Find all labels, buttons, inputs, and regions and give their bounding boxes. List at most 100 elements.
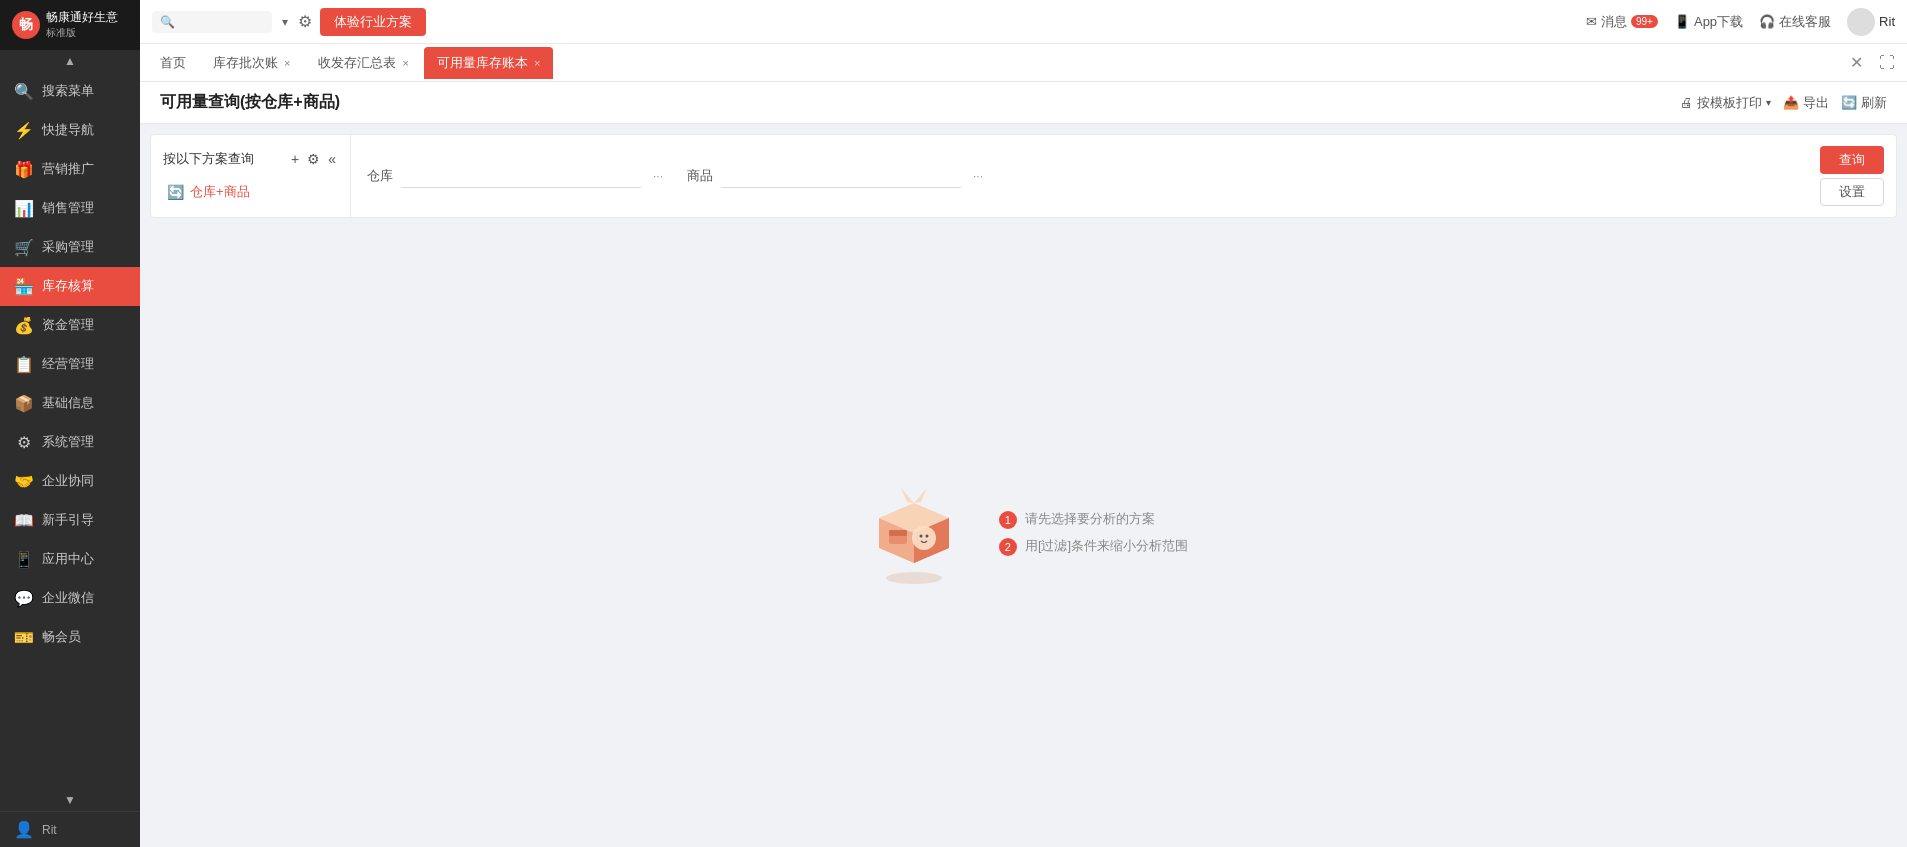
refresh-icon: 🔄 bbox=[1841, 95, 1857, 110]
empty-content: 1 请先选择要分析的方案 2 用[过滤]条件来缩小分析范围 bbox=[859, 478, 1188, 588]
sidebar-item-purchase[interactable]: 🛒 采购管理 bbox=[0, 228, 140, 267]
scroll-down-button[interactable]: ▼ bbox=[0, 789, 140, 811]
sidebar-item-label: 资金管理 bbox=[42, 316, 94, 334]
export-btn[interactable]: 📤 导出 bbox=[1783, 94, 1829, 112]
handshake-icon: 🤝 bbox=[14, 472, 34, 491]
search-dropdown-button[interactable]: ▾ bbox=[280, 15, 290, 29]
app-download-action[interactable]: 📱 App下载 bbox=[1674, 13, 1743, 31]
svg-point-7 bbox=[919, 534, 922, 537]
app-badge: 标准版 bbox=[46, 26, 118, 40]
avatar bbox=[1847, 8, 1875, 36]
sidebar-item-sales[interactable]: 📊 销售管理 bbox=[0, 189, 140, 228]
sidebar-item-basic[interactable]: 📦 基础信息 bbox=[0, 384, 140, 423]
scheme-collapse-button[interactable]: « bbox=[326, 149, 338, 169]
page-title: 可用量查询(按仓库+商品) bbox=[160, 92, 340, 113]
search-box[interactable]: 🔍 bbox=[152, 11, 272, 33]
lightning-icon: ⚡ bbox=[14, 121, 34, 140]
sidebar-item-label: 应用中心 bbox=[42, 550, 94, 568]
tab-summary-close[interactable]: × bbox=[402, 57, 408, 69]
tip-num-1: 1 bbox=[999, 511, 1017, 529]
industry-btn[interactable]: 体验行业方案 bbox=[320, 8, 426, 36]
sidebar-item-label: 企业微信 bbox=[42, 589, 94, 607]
svg-rect-5 bbox=[889, 530, 907, 536]
fullscreen-button[interactable]: ⛶ bbox=[1875, 50, 1899, 76]
online-service-label: 在线客服 bbox=[1779, 13, 1831, 31]
print-btn[interactable]: 🖨 按模板打印 ▾ bbox=[1680, 94, 1771, 112]
tab-available[interactable]: 可用量库存账本 × bbox=[424, 47, 553, 79]
scheme-actions: + ⚙ « bbox=[289, 149, 338, 169]
sidebar-item-newbie[interactable]: 📖 新手引导 bbox=[0, 501, 140, 540]
sidebar-item-finance[interactable]: 💰 资金管理 bbox=[0, 306, 140, 345]
warehouse-label: 仓库 bbox=[367, 167, 393, 185]
scroll-up-button[interactable]: ▲ bbox=[0, 50, 140, 72]
sidebar-item-inventory[interactable]: 🏪 库存核算 bbox=[0, 267, 140, 306]
svg-point-0 bbox=[886, 572, 942, 584]
query-button[interactable]: 查询 bbox=[1820, 146, 1884, 174]
message-action[interactable]: ✉ 消息 99+ bbox=[1586, 13, 1658, 31]
scheme-settings-button[interactable]: ⚙ bbox=[305, 149, 322, 169]
svg-marker-10 bbox=[914, 488, 927, 503]
warehouse-input[interactable] bbox=[401, 164, 641, 188]
sidebar-item-marketing[interactable]: 🎁 营销推广 bbox=[0, 150, 140, 189]
scheme-item-icon: 🔄 bbox=[167, 184, 184, 200]
mobile-icon: 📱 bbox=[14, 550, 34, 569]
sidebar-logo[interactable]: 畅 畅康通好生意 标准版 bbox=[0, 0, 140, 50]
sidebar-bottom[interactable]: 👤 Rit bbox=[0, 811, 140, 847]
sidebar-item-label: 系统管理 bbox=[42, 433, 94, 451]
tab-home[interactable]: 首页 bbox=[148, 47, 198, 79]
sidebar-item-label: 销售管理 bbox=[42, 199, 94, 217]
export-icon: 📤 bbox=[1783, 95, 1799, 110]
store-icon: 🏪 bbox=[14, 277, 34, 296]
scheme-item-warehouse-product[interactable]: 🔄 仓库+商品 bbox=[151, 177, 350, 207]
sidebar-item-operation[interactable]: 📋 经营管理 bbox=[0, 345, 140, 384]
tip-item-2: 2 用[过滤]条件来缩小分析范围 bbox=[999, 537, 1188, 556]
chart-icon: 📊 bbox=[14, 199, 34, 218]
scheme-add-button[interactable]: + bbox=[289, 149, 301, 169]
close-all-tabs-button[interactable]: ✕ bbox=[1846, 49, 1867, 76]
refresh-btn[interactable]: 🔄 刷新 bbox=[1841, 94, 1887, 112]
warehouse-more-button[interactable]: ··· bbox=[649, 169, 667, 183]
print-chevron-icon: ▾ bbox=[1766, 97, 1771, 108]
scheme-header-label: 按以下方案查询 bbox=[163, 150, 254, 168]
tab-summary[interactable]: 收发存汇总表 × bbox=[305, 47, 421, 79]
tab-available-close[interactable]: × bbox=[534, 57, 540, 69]
tip-num-2: 2 bbox=[999, 538, 1017, 556]
message-badge: 99+ bbox=[1631, 15, 1658, 28]
gear-icon: ⚙ bbox=[14, 433, 34, 452]
sidebar-item-label: 采购管理 bbox=[42, 238, 94, 256]
sidebar-item-label: 库存核算 bbox=[42, 277, 94, 295]
logo-text-block: 畅康通好生意 标准版 bbox=[46, 10, 118, 40]
cart-icon: 🛒 bbox=[14, 238, 34, 257]
sidebar-item-search[interactable]: 🔍 搜索菜单 bbox=[0, 72, 140, 111]
svg-marker-9 bbox=[901, 488, 914, 503]
sidebar-item-wechat[interactable]: 💬 企业微信 bbox=[0, 579, 140, 618]
user-profile[interactable]: Rit bbox=[1847, 8, 1895, 36]
empty-illustration bbox=[859, 478, 969, 588]
filter-scheme-panel: 按以下方案查询 + ⚙ « 🔄 仓库+商品 bbox=[151, 135, 351, 217]
page-actions: 🖨 按模板打印 ▾ 📤 导出 🔄 刷新 bbox=[1680, 94, 1887, 112]
product-more-button[interactable]: ··· bbox=[969, 169, 987, 183]
filter-actions: 查询 设置 bbox=[1808, 135, 1896, 217]
tip-text-2: 用[过滤]条件来缩小分析范围 bbox=[1025, 537, 1188, 555]
ticket-icon: 🎫 bbox=[14, 628, 34, 647]
tab-batch-label: 库存批次账 bbox=[213, 54, 278, 72]
sidebar-item-shortcut[interactable]: ⚡ 快捷导航 bbox=[0, 111, 140, 150]
tip-item-1: 1 请先选择要分析的方案 bbox=[999, 510, 1188, 529]
search-icon: 🔍 bbox=[160, 15, 175, 29]
sidebar-item-label: 企业协同 bbox=[42, 472, 94, 490]
tab-batch[interactable]: 库存批次账 × bbox=[200, 47, 303, 79]
online-service-action[interactable]: 🎧 在线客服 bbox=[1759, 13, 1831, 31]
scheme-item-label: 仓库+商品 bbox=[190, 183, 250, 201]
box-icon: 📦 bbox=[14, 394, 34, 413]
product-input[interactable] bbox=[721, 164, 961, 188]
sidebar-item-corp[interactable]: 🤝 企业协同 bbox=[0, 462, 140, 501]
gift-icon: 🎁 bbox=[14, 160, 34, 179]
sidebar-item-member[interactable]: 🎫 畅会员 bbox=[0, 618, 140, 657]
sidebar-item-system[interactable]: ⚙ 系统管理 bbox=[0, 423, 140, 462]
tabs-bar: 首页 库存批次账 × 收发存汇总表 × 可用量库存账本 × ✕ ⛶ bbox=[140, 44, 1907, 82]
sidebar-item-label: 畅会员 bbox=[42, 628, 81, 646]
topbar-gear-icon[interactable]: ⚙ bbox=[298, 12, 312, 31]
tab-batch-close[interactable]: × bbox=[284, 57, 290, 69]
sidebar-item-appcenter[interactable]: 📱 应用中心 bbox=[0, 540, 140, 579]
settings-button[interactable]: 设置 bbox=[1820, 178, 1884, 206]
